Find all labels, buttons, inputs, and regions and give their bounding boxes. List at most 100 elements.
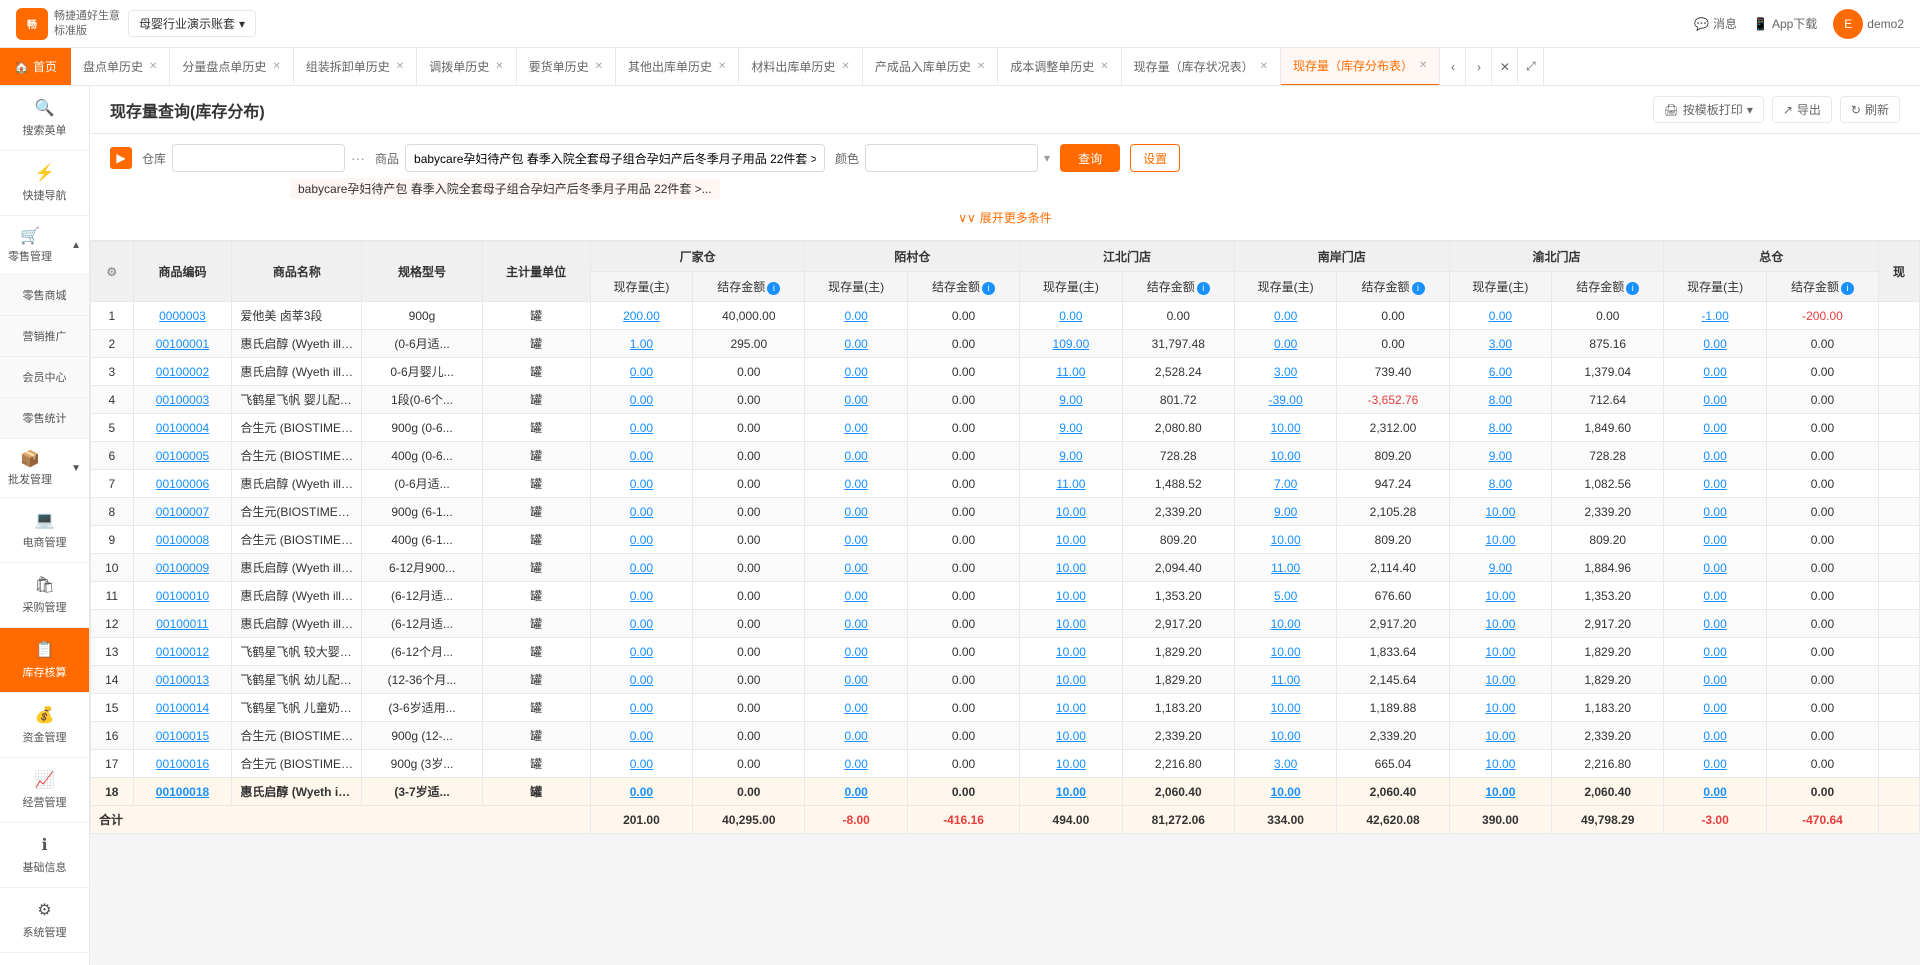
cell-factory-qty[interactable]: 0.00: [590, 470, 692, 498]
cell-mucun-qty[interactable]: 0.00: [805, 750, 907, 778]
cell-total-qty[interactable]: 0.00: [1664, 722, 1766, 750]
cell-factory-qty[interactable]: 0.00: [590, 498, 692, 526]
app-download-btn[interactable]: 📱 App下载: [1753, 15, 1817, 32]
cell-mucun-qty[interactable]: 0.00: [805, 414, 907, 442]
nav-close-all-btn[interactable]: ✕: [1492, 48, 1518, 86]
cell-yubei-qty[interactable]: 10.00: [1449, 498, 1551, 526]
warehouse-more-icon[interactable]: ···: [351, 150, 365, 166]
cell-code[interactable]: 00100010: [133, 582, 232, 610]
cell-jiangbei-qty[interactable]: 10.00: [1020, 554, 1122, 582]
cell-total-qty[interactable]: 0.00: [1664, 582, 1766, 610]
nav-tab-diaobodanji[interactable]: 调拨单历史 ✕: [417, 48, 516, 86]
cell-yubei-qty[interactable]: 6.00: [1449, 358, 1551, 386]
cell-mucun-qty[interactable]: 0.00: [805, 358, 907, 386]
expand-btn[interactable]: ∨∨ 展开更多条件: [950, 205, 1060, 230]
cell-jiangbei-qty[interactable]: 9.00: [1020, 442, 1122, 470]
cell-yubei-qty[interactable]: 8.00: [1449, 386, 1551, 414]
cell-yubei-qty[interactable]: 10.00: [1449, 526, 1551, 554]
cell-nanan-qty[interactable]: 10.00: [1234, 414, 1336, 442]
sidebar-item-retail-mgmt[interactable]: 🛒 零售管理 ▲: [0, 216, 89, 275]
sidebar-item-search[interactable]: 🔍 搜索英单: [0, 86, 89, 151]
cell-total-qty[interactable]: 0.00: [1664, 638, 1766, 666]
sidebar-item-basic-info[interactable]: ℹ 基础信息: [0, 823, 89, 888]
cell-code[interactable]: 00100013: [133, 666, 232, 694]
nav-prev-btn[interactable]: ‹: [1440, 48, 1466, 86]
cell-nanan-qty[interactable]: 10.00: [1234, 638, 1336, 666]
nav-tab-xiancun-fenbu[interactable]: 现存量（库存分布表） ✕: [1281, 48, 1440, 86]
cell-total-qty[interactable]: 0.00: [1664, 358, 1766, 386]
cell-nanan-qty[interactable]: 10.00: [1234, 778, 1336, 806]
cell-jiangbei-qty[interactable]: 10.00: [1020, 778, 1122, 806]
setting-btn[interactable]: 设置: [1130, 144, 1180, 172]
cell-total-qty[interactable]: 0.00: [1664, 330, 1766, 358]
close-icon[interactable]: ✕: [718, 61, 726, 72]
cell-total-qty[interactable]: 0.00: [1664, 526, 1766, 554]
cell-code[interactable]: 00100012: [133, 638, 232, 666]
close-icon[interactable]: ✕: [595, 61, 603, 72]
cell-total-qty[interactable]: 0.00: [1664, 498, 1766, 526]
close-icon[interactable]: ✕: [495, 61, 503, 72]
cell-mucun-qty[interactable]: 0.00: [805, 610, 907, 638]
cell-code[interactable]: 00100018: [133, 778, 232, 806]
cell-code[interactable]: 00100006: [133, 470, 232, 498]
cell-jiangbei-qty[interactable]: 109.00: [1020, 330, 1122, 358]
query-btn[interactable]: 查询: [1060, 144, 1120, 172]
cell-factory-qty[interactable]: 0.00: [590, 666, 692, 694]
cell-factory-qty[interactable]: 0.00: [590, 722, 692, 750]
sidebar-item-quicknav[interactable]: ⚡ 快捷导航: [0, 151, 89, 216]
color-input[interactable]: [865, 144, 1038, 172]
cell-yubei-qty[interactable]: 10.00: [1449, 722, 1551, 750]
cell-yubei-qty[interactable]: 0.00: [1449, 302, 1551, 330]
cell-factory-qty[interactable]: 0.00: [590, 386, 692, 414]
settings-icon[interactable]: ⚙: [106, 265, 117, 279]
cell-mucun-qty[interactable]: 0.00: [805, 386, 907, 414]
cell-total-qty[interactable]: 0.00: [1664, 750, 1766, 778]
cell-nanan-qty[interactable]: 11.00: [1234, 666, 1336, 694]
cell-jiangbei-qty[interactable]: 11.00: [1020, 470, 1122, 498]
cell-jiangbei-qty[interactable]: 10.00: [1020, 610, 1122, 638]
cell-yubei-qty[interactable]: 10.00: [1449, 778, 1551, 806]
cell-yubei-qty[interactable]: 10.00: [1449, 666, 1551, 694]
cell-mucun-qty[interactable]: 0.00: [805, 722, 907, 750]
cell-nanan-qty[interactable]: 10.00: [1234, 694, 1336, 722]
cell-jiangbei-qty[interactable]: 9.00: [1020, 386, 1122, 414]
sidebar-item-system[interactable]: ⚙ 系统管理: [0, 888, 89, 953]
cell-factory-qty[interactable]: 0.00: [590, 638, 692, 666]
nav-fullscreen-btn[interactable]: ⤢: [1518, 48, 1544, 86]
sidebar-item-marketing[interactable]: 营销推广: [0, 316, 89, 357]
nav-tab-home[interactable]: 🏠 首页: [0, 48, 71, 86]
cell-jiangbei-qty[interactable]: 10.00: [1020, 666, 1122, 694]
sidebar-item-retail-stats[interactable]: 零售统计: [0, 398, 89, 439]
print-btn[interactable]: 🖨 按模板打印 ▾: [1653, 96, 1764, 123]
cell-yubei-qty[interactable]: 8.00: [1449, 470, 1551, 498]
user-area[interactable]: E demo2: [1833, 9, 1904, 39]
nav-tab-chengben[interactable]: 成本调整单历史 ✕: [998, 48, 1121, 86]
info-icon[interactable]: i: [1841, 282, 1854, 295]
cell-mucun-qty[interactable]: 0.00: [805, 330, 907, 358]
close-icon[interactable]: ✕: [977, 61, 985, 72]
cell-factory-qty[interactable]: 0.00: [590, 778, 692, 806]
goods-input[interactable]: [405, 144, 825, 172]
cell-factory-qty[interactable]: 0.00: [590, 554, 692, 582]
cell-code[interactable]: 00100011: [133, 610, 232, 638]
info-icon[interactable]: i: [1197, 282, 1210, 295]
cell-code[interactable]: 00100002: [133, 358, 232, 386]
sidebar-item-business[interactable]: 📈 经营管理: [0, 758, 89, 823]
cell-yubei-qty[interactable]: 10.00: [1449, 610, 1551, 638]
cell-total-qty[interactable]: 0.00: [1664, 778, 1766, 806]
sidebar-item-finance[interactable]: 💰 资金管理: [0, 693, 89, 758]
close-icon[interactable]: ✕: [396, 61, 404, 72]
close-icon[interactable]: ✕: [149, 61, 157, 72]
cell-nanan-qty[interactable]: 11.00: [1234, 554, 1336, 582]
info-icon[interactable]: i: [767, 282, 780, 295]
cell-yubei-qty[interactable]: 10.00: [1449, 582, 1551, 610]
nav-tab-qitachu[interactable]: 其他出库单历史 ✕: [616, 48, 739, 86]
cell-factory-qty[interactable]: 0.00: [590, 582, 692, 610]
cell-jiangbei-qty[interactable]: 10.00: [1020, 722, 1122, 750]
cell-total-qty[interactable]: 0.00: [1664, 414, 1766, 442]
cell-jiangbei-qty[interactable]: 10.00: [1020, 750, 1122, 778]
sidebar-item-retail-mall[interactable]: 零售商城: [0, 275, 89, 316]
cell-mucun-qty[interactable]: 0.00: [805, 582, 907, 610]
nav-tab-cailiaoochu[interactable]: 材料出库单历史 ✕: [739, 48, 862, 86]
cell-jiangbei-qty[interactable]: 10.00: [1020, 582, 1122, 610]
